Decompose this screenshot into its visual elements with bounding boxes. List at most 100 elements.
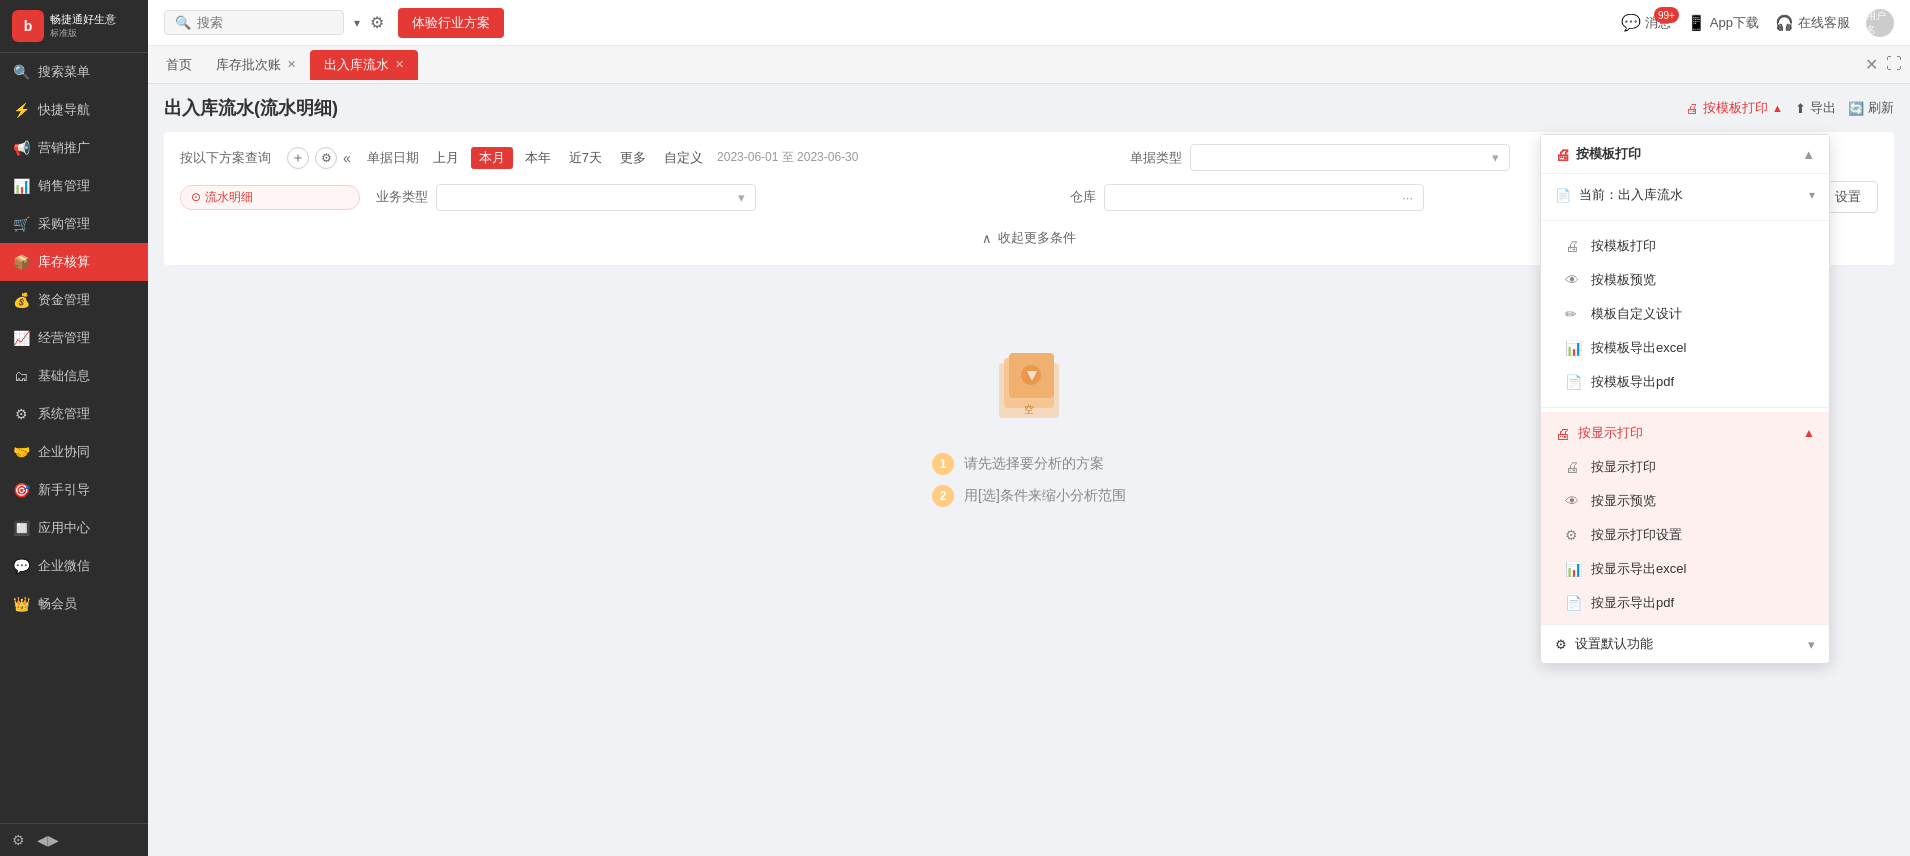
topbar-search-input[interactable] [197,15,317,30]
date-option-thismonth[interactable]: 本月 [471,147,513,169]
template-custom-item[interactable]: ✏ 模板自定义设计 [1541,297,1829,331]
display-print-header[interactable]: 🖨 按显示打印 ▲ [1541,416,1829,450]
sidebar-item-collab[interactable]: 🤝 企业协同 [0,433,148,471]
logo-badge: 标准版 [50,27,116,40]
display-print-icon: 🖨 [1565,459,1583,475]
sidebar-item-member-label: 畅会员 [38,595,77,613]
date-option-lastmonth[interactable]: 上月 [427,147,465,169]
sidebar-item-purchase[interactable]: 🛒 采购管理 [0,205,148,243]
refresh-btn[interactable]: 🔄 刷新 [1848,99,1894,117]
filter-collapse-btn[interactable]: « [343,150,351,166]
current-section-arrow[interactable]: ▾ [1809,188,1815,202]
sidebar-logo: b 畅捷通好生意 标准版 [0,0,148,53]
topbar-dropdown-arrow[interactable]: ▾ [354,16,360,30]
display-section-arrow[interactable]: ▲ [1803,426,1815,440]
message-btn[interactable]: 💬 消息 99+ [1621,13,1671,32]
empty-step-1: 1 请先选择要分析的方案 [932,453,1126,475]
sidebar-item-wechat[interactable]: 💬 企业微信 [0,547,148,585]
template-preview-item[interactable]: 👁 按模板预览 [1541,263,1829,297]
marketing-icon: 📢 [12,139,30,157]
maximize-window-btn[interactable]: ⛶ [1886,55,1902,74]
doc-type-select[interactable]: ▾ [1190,144,1510,171]
display-pdf-item[interactable]: 📄 按显示导出pdf [1541,586,1829,620]
logo-name: 畅捷通好生意 [50,12,116,27]
print-current-header[interactable]: 📄 当前：出入库流水 ▾ [1541,178,1829,212]
sidebar-item-operation[interactable]: 📈 经营管理 [0,319,148,357]
template-print-item[interactable]: 🖨 按模板打印 [1541,229,1829,263]
date-option-thisyear[interactable]: 本年 [519,147,557,169]
sidebar-item-wechat-label: 企业微信 [38,557,90,575]
tab-batch-label: 库存批次账 [216,56,281,74]
online-service-btn[interactable]: 🎧 在线客服 [1775,14,1850,32]
topbar-search-box[interactable]: 🔍 [164,10,344,35]
sidebar-item-finance[interactable]: 💰 资金管理 [0,281,148,319]
sales-icon: 📊 [12,177,30,195]
filter-tag-item[interactable]: ⊙ 流水明细 [180,185,360,210]
filter-actions: ＋ ⚙ « [287,147,351,169]
collab-icon: 🤝 [12,443,30,461]
filter-main-label: 按以下方案查询 [180,149,271,167]
tab-flow-close[interactable]: ✕ [395,58,404,71]
trial-btn[interactable]: 体验行业方案 [398,8,504,38]
settings-bottom-icon[interactable]: ⚙ [12,832,25,848]
print-panel-header: 🖨 按模板打印 ▲ [1541,135,1829,174]
display-print-item[interactable]: 🖨 按显示打印 [1541,450,1829,484]
sidebar-item-guide[interactable]: 🎯 新手引导 [0,471,148,509]
set-default-btn[interactable]: ⚙ 设置默认功能 ▾ [1541,624,1829,663]
display-preview-item[interactable]: 👁 按显示预览 [1541,484,1829,518]
close-window-btn[interactable]: ✕ [1865,55,1878,74]
purchase-icon: 🛒 [12,215,30,233]
template-pdf-icon: 📄 [1565,374,1583,390]
sidebar-item-sales[interactable]: 📊 销售管理 [0,167,148,205]
finance-icon: 💰 [12,291,30,309]
tab-home[interactable]: 首页 [156,50,202,80]
warehouse-select[interactable]: ··· [1104,184,1424,211]
sidebar-item-basic[interactable]: 🗂 基础信息 [0,357,148,395]
filter-settings-btn[interactable]: ⚙ [315,147,337,169]
wechat-icon: 💬 [12,557,30,575]
fold-sidebar-icon[interactable]: ◀▶ [37,832,59,848]
app-download-btn[interactable]: 📱 App下载 [1687,14,1759,32]
template-preview-icon: 👁 [1565,272,1583,288]
sidebar-item-inventory[interactable]: 📦 库存核算 [0,243,148,281]
print-dropdown-arrow[interactable]: ▲ [1772,102,1783,114]
print-template-btn[interactable]: 🖨 按模板打印 ▲ [1686,99,1783,117]
business-type-select[interactable]: ▾ [436,184,756,211]
export-btn[interactable]: ⬆ 导出 [1795,99,1836,117]
template-excel-item[interactable]: 📊 按模板导出excel [1541,331,1829,365]
page-header: 出入库流水(流水明细) 🖨 按模板打印 ▲ ⬆ 导出 🔄 刷新 [164,96,1894,120]
sidebar-item-system[interactable]: ⚙ 系统管理 [0,395,148,433]
sidebar-search[interactable]: 🔍 搜索菜单 [0,53,148,91]
template-excel-icon: 📊 [1565,340,1583,356]
sidebar-item-marketing[interactable]: 📢 营销推广 [0,129,148,167]
date-option-more[interactable]: 更多 [614,147,652,169]
sidebar: b 畅捷通好生意 标准版 🔍 搜索菜单 ⚡ 快捷导航 📢 营销推广 📊 销售管理… [0,0,148,856]
sidebar-item-inventory-label: 库存核算 [38,253,90,271]
date-options: 上月 本月 本年 近7天 更多 自定义 [427,147,709,169]
page-title: 出入库流水(流水明细) [164,96,338,120]
warehouse-dots[interactable]: ··· [1402,190,1413,205]
template-pdf-item[interactable]: 📄 按模板导出pdf [1541,365,1829,399]
tab-flow[interactable]: 出入库流水 ✕ [310,50,418,80]
sidebar-item-member[interactable]: 👑 畅会员 [0,585,148,623]
export-icon: ⬆ [1795,101,1806,116]
sidebar-item-apps[interactable]: 🔲 应用中心 [0,509,148,547]
tab-batch-close[interactable]: ✕ [287,58,296,71]
user-avatar-btn[interactable]: 用户名 [1866,9,1894,37]
tab-batch[interactable]: 库存批次账 ✕ [202,50,310,80]
date-filter-label: 单据日期 [367,149,419,167]
date-option-7days[interactable]: 近7天 [563,147,608,169]
tab-flow-label: 出入库流水 [324,56,389,74]
print-panel-collapse-btn[interactable]: ▲ [1802,147,1815,162]
display-excel-item[interactable]: 📊 按显示导出excel [1541,552,1829,586]
quicknav-icon: ⚡ [12,101,30,119]
filter-add-btn[interactable]: ＋ [287,147,309,169]
topbar: 🔍 ▾ ⚙ 体验行业方案 💬 消息 99+ 📱 App下载 🎧 在线客服 用户名 [148,0,1910,46]
default-arrow: ▾ [1808,637,1815,652]
display-settings-item[interactable]: ⚙ 按显示打印设置 [1541,518,1829,552]
tabbar: 首页 库存批次账 ✕ 出入库流水 ✕ ✕ ⛶ [148,46,1910,84]
topbar-gear-icon[interactable]: ⚙ [370,13,384,32]
date-option-custom[interactable]: 自定义 [658,147,709,169]
empty-illustration: 空 [979,333,1079,433]
sidebar-item-quicknav[interactable]: ⚡ 快捷导航 [0,91,148,129]
